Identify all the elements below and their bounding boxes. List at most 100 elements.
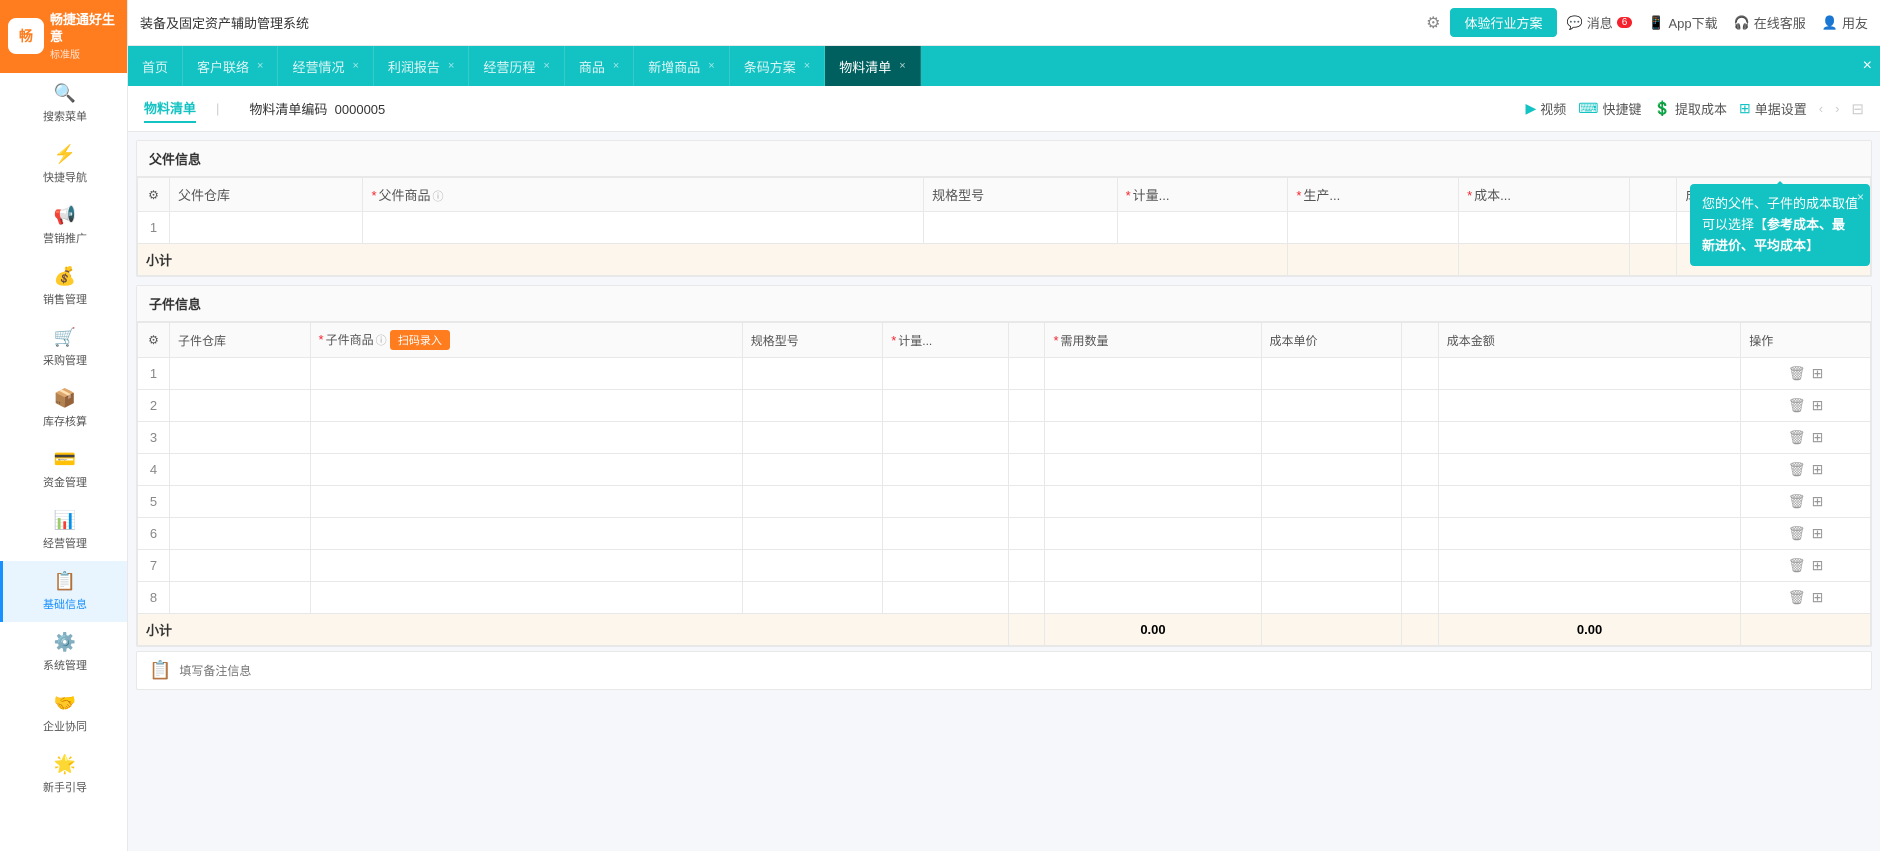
sidebar-item-system[interactable]: ⚙️系统管理: [0, 622, 127, 683]
child-row-spec[interactable]: [742, 486, 883, 518]
child-row-warehouse[interactable]: [170, 422, 311, 454]
parent-row-spec[interactable]: [924, 212, 1117, 244]
delete-icon[interactable]: 🗑: [1788, 365, 1806, 382]
tab-barcode-close[interactable]: ×: [804, 60, 810, 72]
parent-row-product[interactable]: [363, 212, 924, 244]
tab-new-goods-close[interactable]: ×: [708, 60, 714, 72]
copy-icon[interactable]: ⊞: [1812, 525, 1824, 542]
child-row-spec[interactable]: [742, 550, 883, 582]
child-row-unit[interactable]: [883, 582, 1009, 614]
user-item[interactable]: 👤 用友: [1822, 13, 1868, 32]
child-row-warehouse[interactable]: [170, 518, 311, 550]
child-row-spec[interactable]: [742, 582, 883, 614]
child-row-warehouse[interactable]: [170, 486, 311, 518]
trial-button[interactable]: 体验行业方案: [1450, 8, 1556, 37]
child-row-product[interactable]: [310, 550, 742, 582]
toolbar-shortcut[interactable]: ⌨ 快捷键: [1578, 99, 1641, 118]
child-row-product[interactable]: [310, 454, 742, 486]
child-row-warehouse[interactable]: [170, 454, 311, 486]
sidebar-item-finance[interactable]: 💳资金管理: [0, 439, 127, 500]
sidebar-item-basic-info[interactable]: 📋基础信息: [0, 561, 127, 622]
tab-history[interactable]: 经营历程×: [469, 46, 564, 86]
tab-goods[interactable]: 商品×: [565, 46, 634, 86]
child-row-warehouse[interactable]: [170, 582, 311, 614]
child-row-unit[interactable]: [883, 358, 1009, 390]
child-row-product[interactable]: [310, 358, 742, 390]
tab-profit[interactable]: 利润报告×: [374, 46, 469, 86]
child-row-unit-cost[interactable]: [1261, 422, 1402, 454]
parent-row-unit[interactable]: [1117, 212, 1288, 244]
child-row-unit[interactable]: [883, 454, 1009, 486]
toolbar-prev[interactable]: ‹: [1819, 101, 1823, 116]
note-input[interactable]: [179, 664, 1859, 678]
copy-icon[interactable]: ⊞: [1812, 589, 1824, 606]
sidebar-item-inventory[interactable]: 📦库存核算: [0, 378, 127, 439]
child-row-qty[interactable]: [1045, 518, 1261, 550]
delete-icon[interactable]: 🗑: [1788, 461, 1806, 478]
tab-barcode[interactable]: 条码方案×: [730, 46, 825, 86]
tab-profit-close[interactable]: ×: [448, 60, 454, 72]
child-row-unit[interactable]: [883, 518, 1009, 550]
child-row-product[interactable]: [310, 582, 742, 614]
child-row-unit-cost[interactable]: [1261, 454, 1402, 486]
sidebar-item-enterprise[interactable]: 🤝企业协同: [0, 683, 127, 744]
close-all-tabs[interactable]: ×: [1855, 57, 1880, 75]
child-row-unit[interactable]: [883, 550, 1009, 582]
tab-business[interactable]: 经营情况×: [278, 46, 373, 86]
scan-button[interactable]: 扫码录入: [390, 330, 450, 350]
tooltip-close-button[interactable]: ×: [1857, 188, 1864, 207]
toolbar-single-settings[interactable]: ⊞ 单据设置: [1739, 99, 1807, 118]
child-row-warehouse[interactable]: [170, 390, 311, 422]
tab-history-close[interactable]: ×: [543, 60, 549, 72]
child-row-qty[interactable]: [1045, 486, 1261, 518]
child-row-spec[interactable]: [742, 454, 883, 486]
copy-icon[interactable]: ⊞: [1812, 429, 1824, 446]
child-row-product[interactable]: [310, 486, 742, 518]
child-row-qty[interactable]: [1045, 358, 1261, 390]
toolbar-view[interactable]: ▶ 视频: [1526, 99, 1567, 118]
child-row-unit-cost[interactable]: [1261, 486, 1402, 518]
child-row-unit-cost[interactable]: [1261, 358, 1402, 390]
child-row-warehouse[interactable]: [170, 358, 311, 390]
tab-business-close[interactable]: ×: [352, 60, 358, 72]
child-row-spec[interactable]: [742, 358, 883, 390]
app-download-item[interactable]: 📱 App下载: [1648, 13, 1717, 32]
child-row-warehouse[interactable]: [170, 550, 311, 582]
tab-bom-close[interactable]: ×: [899, 60, 905, 72]
child-row-product[interactable]: [310, 518, 742, 550]
sidebar-item-operations[interactable]: 📊经营管理: [0, 500, 127, 561]
tab-new-goods[interactable]: 新增商品×: [634, 46, 729, 86]
delete-icon[interactable]: 🗑: [1788, 397, 1806, 414]
delete-icon[interactable]: 🗑: [1788, 493, 1806, 510]
sidebar-item-marketing[interactable]: 📢营销推广: [0, 195, 127, 256]
child-row-qty[interactable]: [1045, 390, 1261, 422]
child-row-spec[interactable]: [742, 390, 883, 422]
child-row-qty[interactable]: [1045, 582, 1261, 614]
child-row-qty[interactable]: [1045, 422, 1261, 454]
child-row-qty[interactable]: [1045, 454, 1261, 486]
sidebar-item-purchase[interactable]: 🛒采购管理: [0, 317, 127, 378]
toolbar-cost[interactable]: 💲 提取成本: [1654, 99, 1727, 118]
child-row-qty[interactable]: [1045, 550, 1261, 582]
parent-row-production[interactable]: [1288, 212, 1459, 244]
child-row-unit[interactable]: [883, 422, 1009, 454]
sidebar-item-search[interactable]: 🔍搜索菜单: [0, 73, 127, 134]
sidebar-item-quick-nav[interactable]: ⚡快捷导航: [0, 134, 127, 195]
sidebar-item-guide[interactable]: 🌟新手引导: [0, 744, 127, 805]
child-row-unit[interactable]: [883, 390, 1009, 422]
child-row-spec[interactable]: [742, 518, 883, 550]
child-row-unit-cost[interactable]: [1261, 550, 1402, 582]
online-service-item[interactable]: 🎧 在线客服: [1734, 13, 1806, 32]
toolbar-expand[interactable]: ⊟: [1851, 100, 1864, 118]
settings-icon[interactable]: ⚙: [1426, 13, 1440, 33]
tab-bom[interactable]: 物料清单×: [825, 46, 920, 86]
delete-icon[interactable]: 🗑: [1788, 429, 1806, 446]
child-row-product[interactable]: [310, 422, 742, 454]
copy-icon[interactable]: ⊞: [1812, 397, 1824, 414]
copy-icon[interactable]: ⊞: [1812, 461, 1824, 478]
copy-icon[interactable]: ⊞: [1812, 493, 1824, 510]
child-row-unit-cost[interactable]: [1261, 390, 1402, 422]
child-row-unit-cost[interactable]: [1261, 582, 1402, 614]
copy-icon[interactable]: ⊞: [1812, 365, 1824, 382]
tab-home[interactable]: 首页: [128, 46, 183, 86]
